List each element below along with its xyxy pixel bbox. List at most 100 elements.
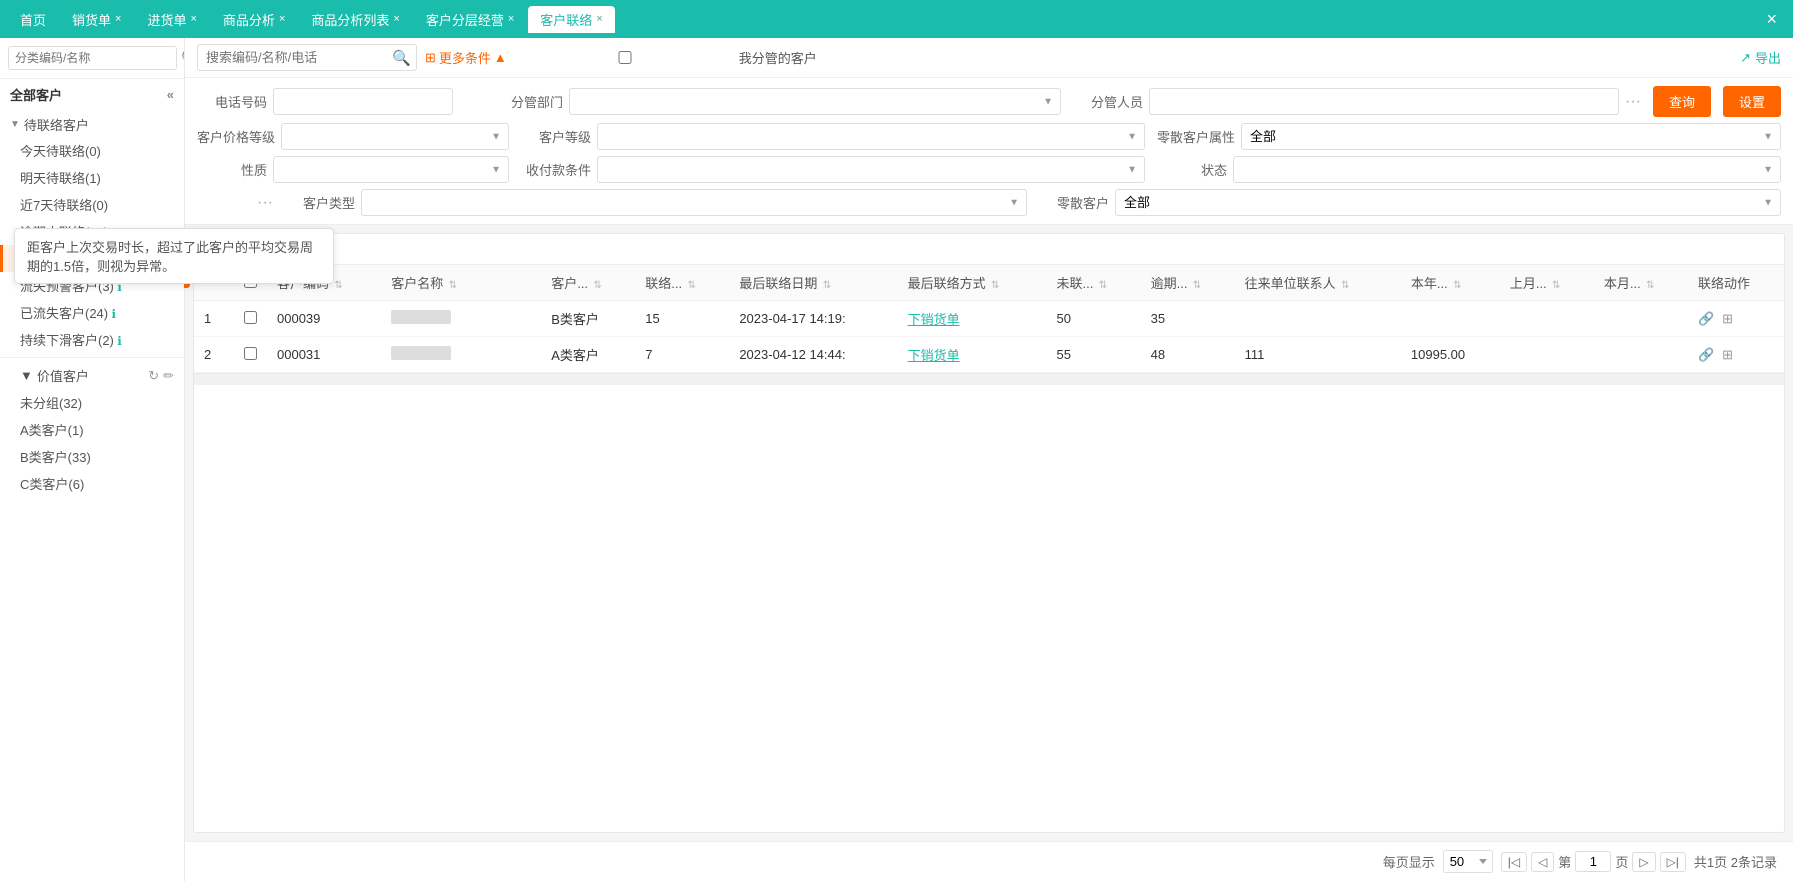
row1-contact: 15 [635,301,729,337]
page-number-input[interactable] [1575,851,1611,872]
export-btn[interactable]: ↗ 导出 [1740,48,1781,67]
last-method-sort-icon[interactable]: ⇅ [991,280,999,291]
phone-input[interactable] [273,88,453,115]
tab-product-analysis[interactable]: 商品分析 × [211,6,297,33]
my-customers-checkbox-area[interactable]: 我分管的客户 [515,48,817,67]
sidebar-item-unclassified[interactable]: 未分组(32) [0,389,184,416]
col-this-year: 本年... ⇅ [1401,265,1500,301]
tab-customer-contact[interactable]: 客户联络 × [528,6,614,33]
code-sort-icon[interactable]: ⇅ [334,280,342,291]
customer-grade-select[interactable] [597,123,1145,150]
tab-customer-contact-close[interactable]: × [596,13,602,25]
next-page-btn[interactable]: ▷ [1632,852,1655,872]
total-records: 共1页 2条记录 [1694,852,1777,871]
this-month-sort-icon[interactable]: ⇅ [1646,280,1654,291]
type-sort-icon[interactable]: ⇅ [593,280,601,291]
status-select[interactable] [1233,156,1781,183]
collapse-arrow-icon[interactable]: « [167,87,174,102]
row1-this-year [1401,301,1500,337]
retail-attr-label: 零散客户属性 [1157,127,1235,146]
sidebar-item-class-a[interactable]: A类客户(1) [0,416,184,443]
contact-sort-icon[interactable]: ⇅ [687,280,695,291]
tab-purchase-order[interactable]: 进货单 × [135,6,208,33]
declining-info-icon[interactable]: ℹ [117,334,122,348]
row1-link-icon[interactable]: 🔗 [1698,311,1714,327]
all-customers-header[interactable]: 全部客户 « [0,79,184,110]
tab-home[interactable]: 首页 [8,6,58,33]
row1-name[interactable] [381,301,541,337]
contact-person-sort-icon[interactable]: ⇅ [1341,280,1349,291]
this-year-sort-icon[interactable]: ⇅ [1453,280,1461,291]
name-sort-icon[interactable]: ⇅ [449,280,457,291]
tab-product-analysis-close[interactable]: × [279,13,285,25]
manager-label: 分管人员 [1073,92,1143,111]
retail-attr-select[interactable]: 全部 [1241,123,1781,150]
tab-sales-order-close[interactable]: × [115,13,121,25]
page-suffix: 页 [1615,852,1628,871]
overdue-sort-icon[interactable]: ⇅ [1193,280,1201,291]
sidebar-item-class-b[interactable]: B类客户(33) [0,443,184,470]
tab-sales-order[interactable]: 销货单 × [60,6,133,33]
manager-more-dots[interactable]: ··· [1625,93,1641,111]
sidebar-item-tomorrow-pending[interactable]: 明天待联络(1) [0,164,184,191]
prev-page-btn[interactable]: ◁ [1531,852,1554,872]
retail-customer-select-wrap: 全部 ▼ [1115,189,1781,216]
first-page-btn[interactable]: |◁ [1501,852,1527,872]
table-row: 1 000039 B类客户 15 2023-04-17 14:19: 下销货单 [194,301,1784,337]
gender-select[interactable] [273,156,509,183]
pending-contact-group[interactable]: ▼ 待联络客户 [0,110,184,137]
col-contact-person: 往来单位联系人 ⇅ [1235,265,1401,301]
unpaid-sort-icon[interactable]: ⇅ [1099,280,1107,291]
row1-grid-icon[interactable]: ⊞ [1722,311,1733,327]
tab-customer-segmentation-close[interactable]: × [508,13,514,25]
edit-icon[interactable]: ✏ [163,368,174,384]
retail-customer-select[interactable]: 全部 [1115,189,1781,216]
row1-checkbox[interactable] [244,311,257,324]
row2-last-method[interactable]: 下销货单 [898,337,1047,373]
row2-checkbox[interactable] [244,347,257,360]
tab-purchase-order-close[interactable]: × [190,13,196,25]
per-page-select[interactable]: 50 10 20 100 [1443,850,1493,873]
last-month-sort-icon[interactable]: ⇅ [1552,280,1560,291]
row4-more-dots[interactable]: ··· [197,194,273,212]
window-close-btn[interactable]: × [1758,9,1785,30]
sidebar-item-lost[interactable]: 已流失客户(24) ℹ [0,299,184,326]
content-area: 🔍 ⊞ 更多条件 ▲ 我分管的客户 ↗ 导出 电话号码 [185,38,1793,881]
price-grade-field: 客户价格等级 ▼ [197,123,509,150]
lost-info-icon[interactable]: ℹ [111,307,116,321]
payment-select[interactable] [597,156,1145,183]
last-page-btn[interactable]: ▷| [1660,852,1686,872]
query-btn[interactable]: 查询 [1653,86,1711,117]
manager-select[interactable] [1149,88,1619,115]
horizontal-scrollbar[interactable] [194,373,1784,385]
row2-grid-icon[interactable]: ⊞ [1722,347,1733,363]
department-select[interactable] [569,88,1061,115]
tab-customer-segmentation[interactable]: 客户分层经营 × [414,6,526,33]
row1-type: B类客户 [541,301,635,337]
row2-name[interactable] [381,337,541,373]
last-date-sort-icon[interactable]: ⇅ [823,280,831,291]
row1-last-method[interactable]: 下销货单 [898,301,1047,337]
more-conditions-btn[interactable]: ⊞ 更多条件 ▲ [425,48,507,67]
search-input[interactable] [197,44,417,71]
tab-product-analysis-list[interactable]: 商品分析列表 × [299,6,411,33]
value-customers-group[interactable]: ▼ 价值客户 ↻ ✏ [0,362,184,389]
my-customers-checkbox[interactable] [515,51,735,64]
sidebar-item-class-c[interactable]: C类客户(6) [0,470,184,497]
department-label: 分管部门 [493,92,563,111]
sidebar-search-input[interactable] [8,46,177,70]
sidebar-item-7days-pending[interactable]: 近7天待联络(0) [0,191,184,218]
sidebar-item-today-pending[interactable]: 今天待联络(0) [0,137,184,164]
customer-type-select[interactable] [361,189,1027,216]
row1-overdue: 35 [1141,301,1235,337]
col-last-date: 最后联络日期 ⇅ [729,265,897,301]
manager-field: 分管人员 ··· [1073,88,1641,115]
row2-link-icon[interactable]: 🔗 [1698,347,1714,363]
tab-product-analysis-list-close[interactable]: × [393,13,399,25]
sidebar-item-declining[interactable]: 持续下滑客户(2) ℹ [0,326,184,353]
manager-select-wrap [1149,88,1619,115]
settings-btn[interactable]: 设置 [1723,86,1781,117]
reload-icon[interactable]: ↻ [148,368,159,384]
price-grade-select[interactable] [281,123,509,150]
search-btn-icon[interactable]: 🔍 [392,49,411,67]
